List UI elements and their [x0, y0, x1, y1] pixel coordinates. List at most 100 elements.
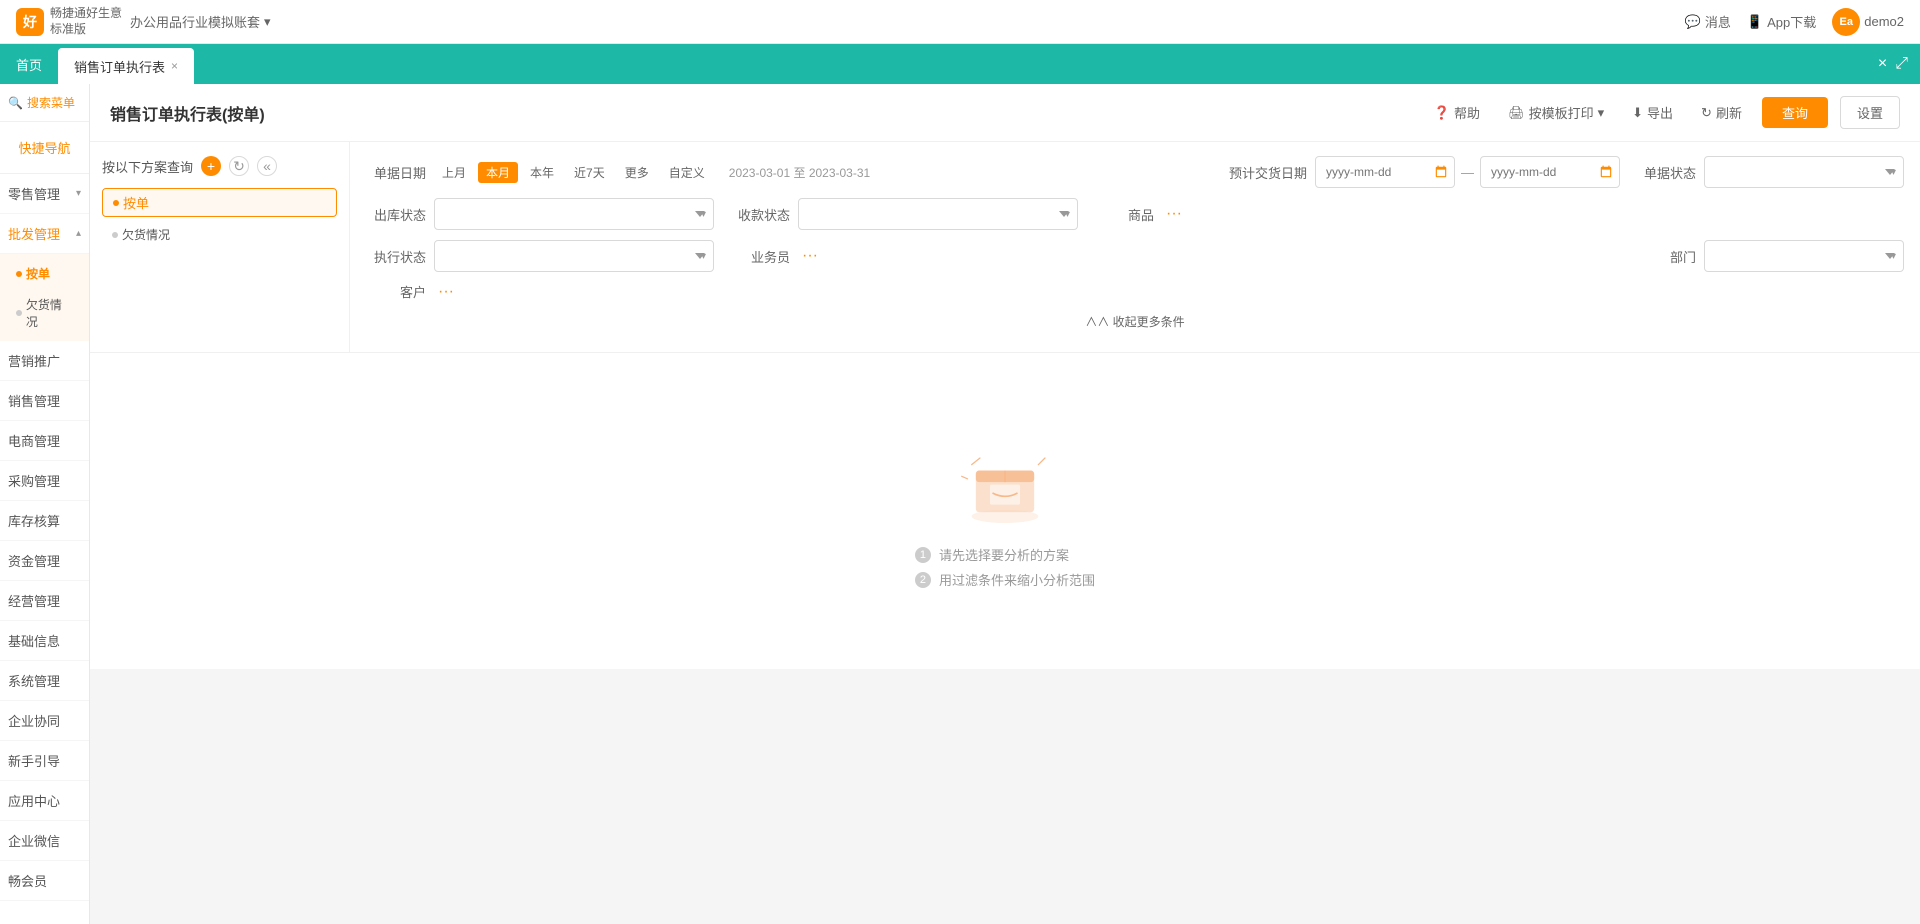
sidebar-sub-wholesale: 按单 欠货情况	[0, 254, 89, 341]
breadcrumb[interactable]: 办公用品行业模拟账套 ▾	[130, 12, 271, 31]
app-download-button[interactable]: 📱 App下载	[1747, 12, 1816, 31]
collection-select[interactable]	[798, 198, 1078, 230]
user-menu[interactable]: Ea demo2	[1832, 8, 1904, 36]
refresh-button[interactable]: ↻ 刷新	[1693, 99, 1750, 126]
sidebar-section: 零售管理 ▾ 批发管理 ▴ 按单 欠货情况 营销推广	[0, 174, 89, 901]
breadcrumb-arrow-icon: ▾	[264, 14, 271, 30]
sidebar-item-wechat[interactable]: 企业微信	[0, 821, 89, 861]
add-scheme-button[interactable]: +	[201, 156, 221, 176]
avatar: Ea	[1832, 8, 1860, 36]
goods-filter: 商品 ···	[1094, 205, 1182, 224]
sidebar-item-newbie[interactable]: 新手引导	[0, 741, 89, 781]
date-tab-7days[interactable]: 近7天	[566, 162, 613, 183]
tab-maximize-icon[interactable]: ⤢	[1895, 55, 1908, 73]
page-actions: ❓ 帮助 🖨 按模板打印 ▾ ⬇ 导出 ↻ 刷新	[1426, 96, 1900, 129]
sidebar-item-member[interactable]: 畅会员	[0, 861, 89, 901]
goods-more-icon[interactable]: ···	[1166, 205, 1182, 223]
sidebar-item-quick-nav[interactable]: 快捷导航	[0, 130, 89, 165]
help-icon: ❓	[1434, 105, 1450, 121]
tip-num-2: 2	[915, 572, 931, 588]
logo-icon: 好	[16, 8, 44, 36]
search-menu-button[interactable]: 🔍 搜索菜单	[0, 84, 89, 122]
status-filter: 单据状态 ▾	[1636, 156, 1904, 188]
exec-select-wrapper: ▾	[434, 240, 714, 272]
sidebar-item-sales[interactable]: 销售管理	[0, 381, 89, 421]
sidebar-item-finance[interactable]: 资金管理	[0, 541, 89, 581]
sidebar-item-app-center[interactable]: 应用中心	[0, 781, 89, 821]
customer-filter: 客户 ···	[366, 282, 454, 301]
collapse-scheme-button[interactable]: «	[257, 156, 277, 176]
empty-tip-1: 1 请先选择要分析的方案	[915, 545, 1095, 564]
customer-more-icon[interactable]: ···	[438, 283, 454, 301]
sidebar-item-system[interactable]: 系统管理	[0, 661, 89, 701]
page-container: 销售订单执行表(按单) ❓ 帮助 🖨 按模板打印 ▾ ⬇ 导出	[90, 84, 1920, 669]
query-button[interactable]: 查询	[1762, 97, 1828, 128]
content-area: 销售订单执行表(按单) ❓ 帮助 🖨 按模板打印 ▾ ⬇ 导出	[90, 84, 1920, 924]
sidebar-item-purchase[interactable]: 采购管理	[0, 461, 89, 501]
salesman-filter: 业务员 ···	[730, 247, 818, 266]
chevron-right-icon: ▾	[76, 188, 81, 199]
sidebar-sub-item-order[interactable]: 按单	[0, 258, 89, 289]
expected-date-end-input[interactable]	[1480, 156, 1620, 188]
phone-icon: 📱	[1747, 14, 1763, 30]
expected-date-start-input[interactable]	[1315, 156, 1455, 188]
salesman-more-icon[interactable]: ···	[802, 247, 818, 265]
export-icon: ⬇	[1632, 105, 1643, 121]
tab-home[interactable]: 首页	[0, 44, 58, 84]
sidebar-item-retail[interactable]: 零售管理 ▾	[0, 174, 89, 214]
sidebar-item-inventory[interactable]: 库存核算	[0, 501, 89, 541]
filter-area: 按以下方案查询 + ↻ « 按单 欠货情况	[90, 142, 1920, 353]
print-button[interactable]: 🖨 按模板打印 ▾	[1500, 99, 1612, 126]
collapse-button[interactable]: ∧∧ 收起更多条件	[366, 305, 1904, 338]
export-button[interactable]: ⬇ 导出	[1624, 99, 1681, 126]
print-arrow-icon: ▾	[1598, 105, 1605, 121]
sidebar-sub-item-shortage[interactable]: 欠货情况	[0, 289, 89, 337]
status-select-wrapper: ▾	[1704, 156, 1904, 188]
sidebar-item-enterprise[interactable]: 企业协同	[0, 701, 89, 741]
date-tab-last-month[interactable]: 上月	[434, 162, 474, 183]
tab-controls: × ⤢	[1878, 55, 1920, 73]
exec-select[interactable]	[434, 240, 714, 272]
date-tab-custom[interactable]: 自定义	[661, 162, 713, 183]
date-tab-this-month[interactable]: 本月	[478, 162, 518, 183]
delivery-select[interactable]	[434, 198, 714, 230]
date-tab-this-year[interactable]: 本年	[522, 162, 562, 183]
collection-select-wrapper: ▾	[798, 198, 1078, 230]
filter-row-1: 单据日期 上月 本月 本年 近7天 更多 自定义 2023-03-01 至 20…	[366, 156, 1904, 188]
scheme-panel: 按以下方案查询 + ↻ « 按单 欠货情况	[90, 142, 350, 352]
tab-close-window-icon[interactable]: ×	[1878, 55, 1887, 73]
search-icon: 🔍	[8, 96, 23, 110]
tab-bar: 首页 销售订单执行表 × × ⤢	[0, 44, 1920, 84]
sidebar-item-marketing[interactable]: 营销推广	[0, 341, 89, 381]
filter-controls: 单据日期 上月 本月 本年 近7天 更多 自定义 2023-03-01 至 20…	[350, 142, 1920, 352]
chevron-down-icon: ▴	[76, 228, 81, 239]
tip-num-1: 1	[915, 547, 931, 563]
top-bar-left: 好 畅捷通好生意 标准版 办公用品行业模拟账套 ▾	[16, 6, 271, 37]
scheme-header: 按以下方案查询 + ↻ «	[102, 156, 337, 176]
tab-sales-order[interactable]: 销售订单执行表 ×	[58, 48, 194, 84]
exec-filter: 执行状态 ▾	[366, 240, 714, 272]
sub-scheme-dot	[112, 232, 118, 238]
delivery-filter: 出库状态 ▾	[366, 198, 714, 230]
active-scheme-item[interactable]: 按单	[102, 188, 337, 217]
status-select[interactable]	[1704, 156, 1904, 188]
sidebar-item-basic-info[interactable]: 基础信息	[0, 621, 89, 661]
sidebar-item-wholesale[interactable]: 批发管理 ▴	[0, 214, 89, 254]
quick-nav: 快捷导航	[0, 122, 89, 174]
sidebar-item-operations[interactable]: 经营管理	[0, 581, 89, 621]
sidebar-item-ecommerce[interactable]: 电商管理	[0, 421, 89, 461]
tab-close-icon[interactable]: ×	[171, 59, 178, 73]
department-select-wrapper: ▾	[1704, 240, 1904, 272]
department-select[interactable]	[1704, 240, 1904, 272]
empty-state-icon	[955, 433, 1055, 533]
help-button[interactable]: ❓ 帮助	[1426, 99, 1488, 126]
page-header: 销售订单执行表(按单) ❓ 帮助 🖨 按模板打印 ▾ ⬇ 导出	[90, 84, 1920, 142]
date-tab-more[interactable]: 更多	[617, 162, 657, 183]
settings-button[interactable]: 设置	[1840, 96, 1900, 129]
expected-date-range: —	[1315, 156, 1620, 188]
inactive-dot-icon	[16, 310, 22, 316]
logo-text: 畅捷通好生意 标准版	[50, 6, 122, 37]
refresh-scheme-button[interactable]: ↻	[229, 156, 249, 176]
message-button[interactable]: 💬 消息	[1685, 12, 1731, 31]
sub-scheme-item-shortage[interactable]: 欠货情况	[102, 221, 337, 248]
